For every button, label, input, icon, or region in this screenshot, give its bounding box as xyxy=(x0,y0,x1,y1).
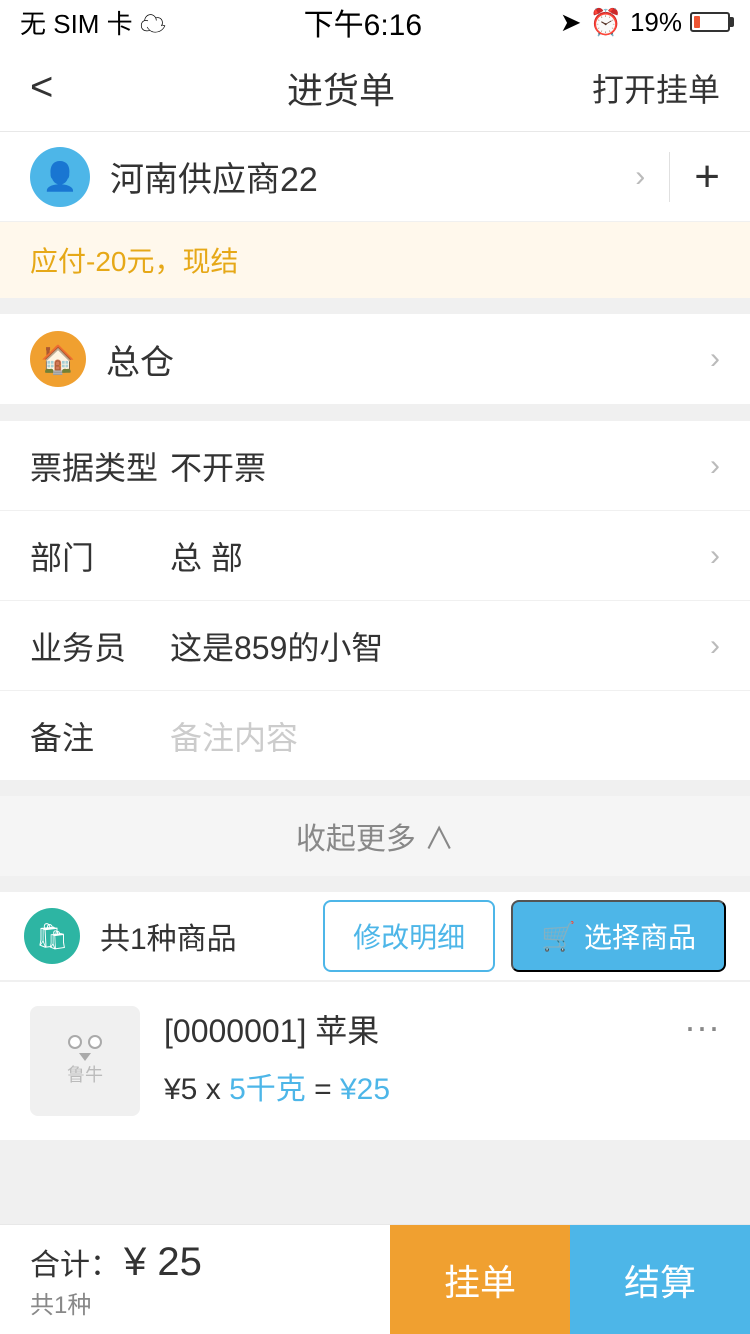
select-icon: 🛒 xyxy=(541,920,576,953)
product-name-text: 苹果 xyxy=(315,1013,379,1049)
nav-bar: < 进货单 打开挂单 xyxy=(0,44,750,132)
sim-label: 无 SIM 卡 ☁ xyxy=(20,4,166,41)
sales-label: 业务员 xyxy=(30,623,170,669)
remark-placeholder: 备注内容 xyxy=(170,713,720,759)
price-value: ¥5 xyxy=(164,1073,197,1106)
product-count: 共1种商品 xyxy=(100,914,323,958)
cart-icon: 🛍 xyxy=(24,908,80,964)
collapse-label: 收起更多 ∧ xyxy=(296,814,454,858)
total-section: 合计： ¥ 25 共1种 xyxy=(0,1225,390,1334)
edit-detail-button[interactable]: 修改明细 xyxy=(323,900,495,972)
product-quantity: 5千克 xyxy=(229,1073,306,1106)
status-left: 无 SIM 卡 ☁ xyxy=(20,4,166,41)
product-price: ¥5 x 5千克 = ¥25 xyxy=(164,1064,684,1108)
chevron-right-icon: › xyxy=(710,342,720,376)
owl-logo: 鲁牛 xyxy=(67,1035,103,1087)
product-info: [0000001] 苹果 ¥5 x 5千克 = ¥25 xyxy=(164,1006,684,1108)
chevron-right-icon: › xyxy=(710,539,720,573)
main-content: 👤 河南供应商22 › + 应付-20元，现结 🏠 总仓 › 票据类型 不开票 … xyxy=(0,132,750,1260)
total-label: 合计： xyxy=(30,1240,120,1284)
hang-button[interactable]: 挂单 xyxy=(390,1225,570,1334)
invoice-row[interactable]: 票据类型 不开票 › xyxy=(0,420,750,510)
remark-label: 备注 xyxy=(30,713,170,759)
status-time: 下午6:16 xyxy=(304,0,422,44)
dept-row[interactable]: 部门 总 部 › xyxy=(0,510,750,600)
cart-symbol: 🛍 xyxy=(35,921,68,952)
supplier-name: 河南供应商22 xyxy=(110,152,635,201)
product-name: [0000001] 苹果 xyxy=(164,1006,684,1052)
battery-label: 19% xyxy=(630,7,682,38)
owl-text: 鲁牛 xyxy=(67,1061,103,1087)
form-card: 票据类型 不开票 › 部门 总 部 › 业务员 这是859的小智 › 备注 备注… xyxy=(0,420,750,780)
page-title: 进货单 xyxy=(287,62,395,114)
equals-sign: = xyxy=(314,1073,340,1106)
product-total: ¥25 xyxy=(340,1073,390,1106)
select-product-button[interactable]: 🛒 选择商品 xyxy=(511,900,726,972)
location-icon: ➤ xyxy=(560,7,582,38)
dept-label: 部门 xyxy=(30,533,170,579)
chevron-right-icon: › xyxy=(710,449,720,483)
divider xyxy=(669,152,670,202)
invoice-value: 不开票 xyxy=(170,443,710,489)
remark-row[interactable]: 备注 备注内容 xyxy=(0,690,750,780)
dept-value: 总 部 xyxy=(170,533,710,579)
chevron-right-icon: › xyxy=(635,160,645,194)
total-row: 合计： ¥ 25 xyxy=(30,1240,360,1285)
warehouse-name: 总仓 xyxy=(106,335,710,384)
more-options-button[interactable]: ··· xyxy=(684,1006,720,1048)
product-thumbnail: 鲁牛 xyxy=(30,1006,140,1116)
supplier-icon: 👤 xyxy=(43,160,78,193)
invoice-label: 票据类型 xyxy=(30,443,170,489)
warehouse-icon: 🏠 xyxy=(30,331,86,387)
sales-value: 这是859的小智 xyxy=(170,623,710,669)
supplier-card: 👤 河南供应商22 › + 应付-20元，现结 xyxy=(0,132,750,298)
checkout-button[interactable]: 结算 xyxy=(570,1225,750,1334)
status-bar: 无 SIM 卡 ☁ 下午6:16 ➤ ⏰ 19% xyxy=(0,0,750,44)
back-button[interactable]: < xyxy=(30,65,90,110)
alarm-icon: ⏰ xyxy=(590,7,622,38)
chevron-right-icon: › xyxy=(710,629,720,663)
supplier-avatar: 👤 xyxy=(30,147,90,207)
product-header: 🛍 共1种商品 修改明细 🛒 选择商品 xyxy=(0,892,750,980)
total-amount: ¥ 25 xyxy=(124,1240,202,1285)
open-hang-button[interactable]: 打开挂单 xyxy=(592,65,720,111)
product-item: 鲁牛 [0000001] 苹果 ¥5 x 5千克 = ¥25 ··· xyxy=(0,982,750,1140)
sales-row[interactable]: 业务员 这是859的小智 › xyxy=(0,600,750,690)
battery-icon xyxy=(690,12,730,32)
warehouse-card[interactable]: 🏠 总仓 › xyxy=(0,314,750,404)
product-code: [0000001] xyxy=(164,1013,306,1049)
status-right: ➤ ⏰ 19% xyxy=(560,7,730,38)
bottom-bar: 合计： ¥ 25 共1种 挂单 结算 xyxy=(0,1224,750,1334)
supplier-row[interactable]: 👤 河南供应商22 › + xyxy=(0,132,750,222)
add-button[interactable]: + xyxy=(694,155,720,199)
select-label: 选择商品 xyxy=(584,916,696,956)
notice-bar: 应付-20元，现结 xyxy=(0,222,750,298)
collapse-bar[interactable]: 收起更多 ∧ xyxy=(0,796,750,876)
price-separator: x xyxy=(206,1073,229,1106)
total-count: 共1种 xyxy=(30,1285,360,1320)
warehouse-row[interactable]: 🏠 总仓 › xyxy=(0,314,750,404)
